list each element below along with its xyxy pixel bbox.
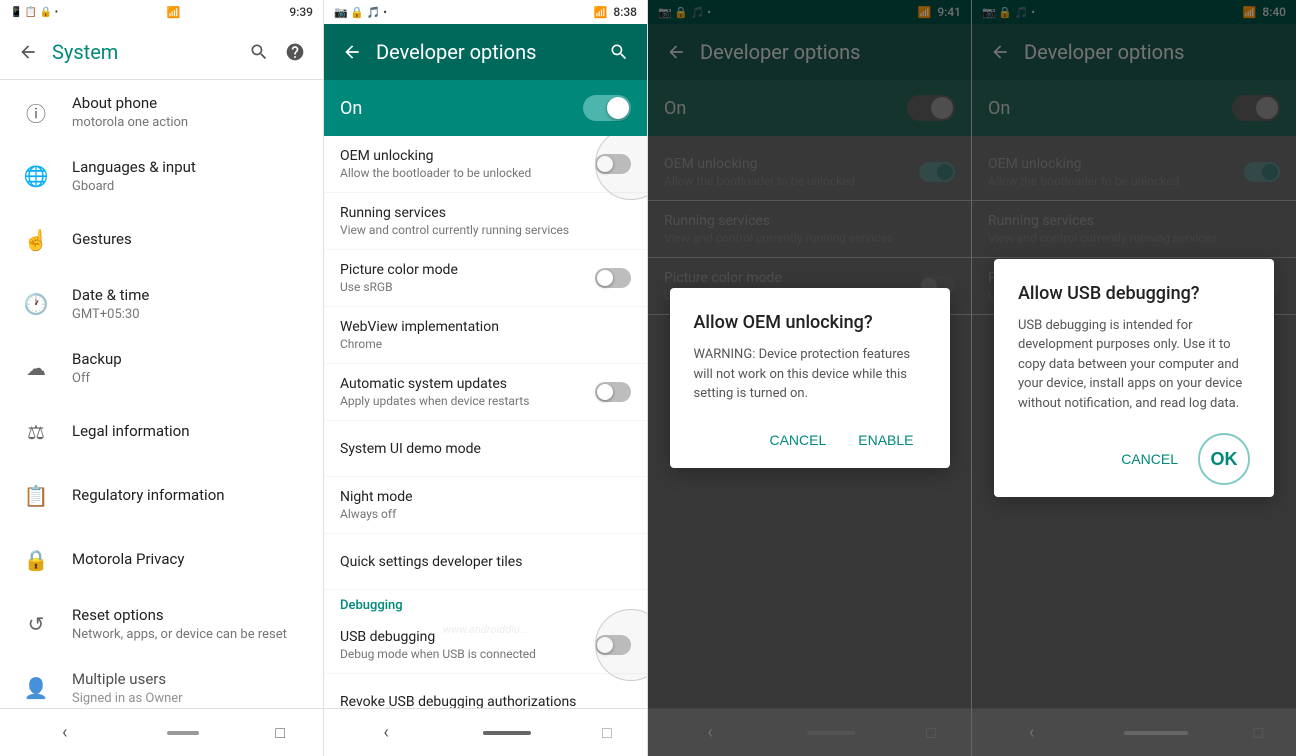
settings-item-language[interactable]: 🌐 Languages & input Gboard bbox=[0, 144, 323, 208]
panel-developer-base: 📷 🔒 🎵 • 📶 8:38 Developer options On OEM … bbox=[324, 0, 648, 756]
oem-dialog-overlay: Allow OEM unlocking? WARNING: Device pro… bbox=[648, 0, 971, 756]
panel-developer-usb-dialog: 📷 🔒 🎵 • 📶 8:40 Developer options On OEM … bbox=[972, 0, 1296, 756]
usb-dialog-title: Allow USB debugging? bbox=[1018, 283, 1250, 304]
oem-toggle-2[interactable] bbox=[595, 154, 631, 174]
dev-item-webview[interactable]: WebView implementation Chrome bbox=[324, 307, 647, 364]
time-2: 8:38 bbox=[613, 5, 637, 19]
dev-item-running[interactable]: Running services View and control curren… bbox=[324, 193, 647, 250]
toolbar-1: System bbox=[0, 24, 323, 80]
recent-nav-1[interactable]: □ bbox=[275, 723, 285, 743]
status-icons-2: 📷 🔒 🎵 • bbox=[334, 6, 387, 19]
info-icon: ⓘ bbox=[16, 92, 56, 132]
search-button-1[interactable] bbox=[247, 40, 271, 64]
usb-dialog: Allow USB debugging? USB debugging is in… bbox=[994, 259, 1274, 498]
toolbar-title-1: System bbox=[52, 40, 235, 64]
status-icons-left-1: 📱 📋 🔒 • bbox=[10, 7, 58, 18]
usb-toggle-2[interactable] bbox=[595, 635, 631, 655]
settings-item-backup[interactable]: ☁ Backup Off bbox=[0, 336, 323, 400]
bottom-nav-2: ‹ □ bbox=[324, 708, 647, 756]
picture-toggle-2[interactable] bbox=[595, 268, 631, 288]
panel-system: 📱 📋 🔒 • 📶 9:39 System ⓘ About phone moto… bbox=[0, 0, 324, 756]
usb-dialog-overlay: Allow USB debugging? USB debugging is in… bbox=[972, 0, 1296, 756]
dev-options-list-2: OEM unlocking Allow the bootloader to be… bbox=[324, 136, 647, 708]
oem-dialog: Allow OEM unlocking? WARNING: Device pro… bbox=[670, 288, 950, 468]
on-toggle-2[interactable] bbox=[583, 95, 631, 121]
settings-item-legal[interactable]: ⚖ Legal information bbox=[0, 400, 323, 464]
toolbar-title-2: Developer options bbox=[376, 40, 595, 64]
users-icon: 👤 bbox=[16, 668, 56, 708]
clock-icon: 🕐 bbox=[16, 284, 56, 324]
dev-item-usb[interactable]: USB debugging Debug mode when USB is con… bbox=[324, 617, 647, 674]
dev-item-auto-updates[interactable]: Automatic system updates Apply updates w… bbox=[324, 364, 647, 421]
oem-dialog-title: Allow OEM unlocking? bbox=[694, 312, 926, 333]
settings-item-users[interactable]: 👤 Multiple users Signed in as Owner bbox=[0, 656, 323, 708]
oem-enable-button[interactable]: Enable bbox=[846, 424, 925, 456]
regulatory-icon: 📋 bbox=[16, 476, 56, 516]
settings-item-reset[interactable]: ↺ Reset options Network, apps, or device… bbox=[0, 592, 323, 656]
on-label-2: On bbox=[340, 98, 583, 119]
panel-developer-oem-dialog: 📷 🔒 🎵 • 📶 9:41 Developer options On OEM … bbox=[648, 0, 972, 756]
oem-dialog-body: WARNING: Device protection features will… bbox=[694, 345, 926, 404]
usb-dialog-body: USB debugging is intended for developmen… bbox=[1018, 316, 1250, 414]
back-nav-1[interactable]: ‹ bbox=[38, 714, 91, 751]
home-nav-1[interactable] bbox=[167, 731, 199, 735]
dev-item-revoke[interactable]: Revoke USB debugging authorizations bbox=[324, 674, 647, 708]
back-button-2[interactable] bbox=[340, 40, 364, 64]
settings-list-1: ⓘ About phone motorola one action 🌐 Lang… bbox=[0, 80, 323, 708]
settings-item-privacy[interactable]: 🔒 Motorola Privacy bbox=[0, 528, 323, 592]
dev-item-oem[interactable]: OEM unlocking Allow the bootloader to be… bbox=[324, 136, 647, 193]
gesture-icon: ☝ bbox=[16, 220, 56, 260]
usb-dialog-actions: Cancel OK bbox=[1018, 433, 1250, 485]
reset-icon: ↺ bbox=[16, 604, 56, 644]
usb-cancel-button[interactable]: Cancel bbox=[1109, 443, 1190, 475]
status-bar-2: 📷 🔒 🎵 • 📶 8:38 bbox=[324, 0, 647, 24]
dev-item-qs-tiles[interactable]: Quick settings developer tiles bbox=[324, 534, 647, 590]
dev-item-night[interactable]: Night mode Always off bbox=[324, 477, 647, 534]
time-1: 9:39 bbox=[289, 5, 313, 19]
settings-item-about[interactable]: ⓘ About phone motorola one action bbox=[0, 80, 323, 144]
dev-item-ui-demo[interactable]: System UI demo mode bbox=[324, 421, 647, 477]
settings-item-gestures[interactable]: ☝ Gestures bbox=[0, 208, 323, 272]
recent-nav-2[interactable]: □ bbox=[602, 723, 612, 743]
language-icon: 🌐 bbox=[16, 156, 56, 196]
oem-dialog-actions: Cancel Enable bbox=[694, 424, 926, 456]
oem-cancel-button[interactable]: Cancel bbox=[757, 424, 838, 456]
backup-icon: ☁ bbox=[16, 348, 56, 388]
home-nav-2[interactable] bbox=[483, 731, 531, 735]
about-title: About phone bbox=[72, 94, 307, 114]
back-nav-2[interactable]: ‹ bbox=[359, 714, 412, 751]
privacy-icon: 🔒 bbox=[16, 540, 56, 580]
wifi-icon-1: 📶 bbox=[167, 6, 181, 19]
ok-circle: OK bbox=[1198, 433, 1250, 485]
dev-item-picture[interactable]: Picture color mode Use sRGB bbox=[324, 250, 647, 307]
settings-item-datetime[interactable]: 🕐 Date & time GMT+05:30 bbox=[0, 272, 323, 336]
wifi-2: 📶 bbox=[594, 6, 608, 19]
search-button-2[interactable] bbox=[607, 40, 631, 64]
legal-icon: ⚖ bbox=[16, 412, 56, 452]
autoupdate-toggle-2[interactable] bbox=[595, 382, 631, 402]
status-bar-1: 📱 📋 🔒 • 📶 9:39 bbox=[0, 0, 323, 24]
help-button-1[interactable] bbox=[283, 40, 307, 64]
on-header-2: On bbox=[324, 80, 647, 136]
back-button-1[interactable] bbox=[16, 40, 40, 64]
settings-item-regulatory[interactable]: 📋 Regulatory information bbox=[0, 464, 323, 528]
notification-icons-1: 📱 📋 🔒 • bbox=[10, 7, 58, 18]
usb-ok-button[interactable]: OK bbox=[1199, 441, 1250, 478]
bottom-nav-1: ‹ □ bbox=[0, 708, 323, 756]
about-subtitle: motorola one action bbox=[72, 115, 307, 130]
debugging-label-2: Debugging bbox=[324, 590, 647, 617]
toolbar-2: Developer options bbox=[324, 24, 647, 80]
